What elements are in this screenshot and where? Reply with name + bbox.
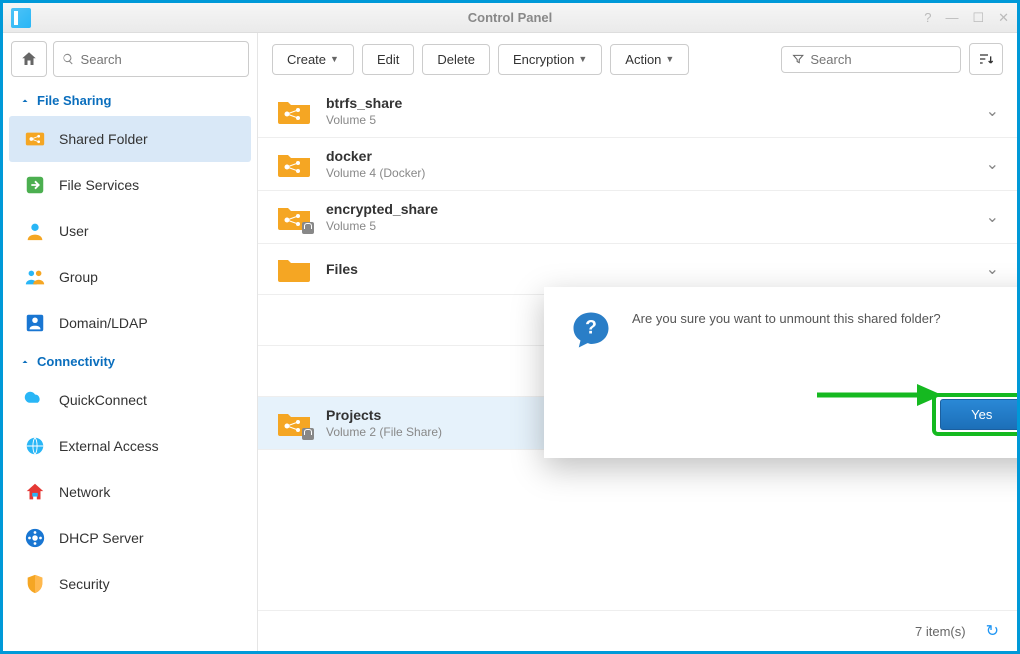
search-icon: [62, 52, 75, 66]
delete-button[interactable]: Delete: [422, 44, 490, 75]
sidebar-item-quickconnect[interactable]: QuickConnect: [9, 377, 251, 423]
section-connectivity[interactable]: Connectivity: [9, 346, 251, 377]
caret-down-icon: ▼: [665, 54, 674, 64]
main-search[interactable]: [781, 46, 961, 73]
folder-row[interactable]: encrypted_share Volume 5 ⌄: [258, 191, 1017, 244]
dhcp-server-icon: [23, 527, 47, 549]
sidebar-item-label: DHCP Server: [59, 530, 144, 546]
footer: 7 item(s) ↻: [258, 610, 1017, 651]
window-title: Control Panel: [468, 10, 553, 25]
yes-button[interactable]: Yes: [940, 399, 1017, 430]
folder-name: Files: [326, 261, 986, 277]
help-icon[interactable]: ?: [924, 10, 931, 26]
sidebar-item-label: External Access: [59, 438, 159, 454]
svg-text:?: ?: [585, 318, 597, 339]
home-icon: [20, 50, 38, 68]
window-controls: ? — ☐ ✕: [924, 10, 1009, 26]
chevron-down-icon[interactable]: ⌄: [986, 259, 999, 279]
folder-icon: [276, 408, 312, 438]
chevron-down-icon[interactable]: ⌄: [986, 154, 999, 174]
sidebar-item-file-services[interactable]: File Services: [9, 162, 251, 208]
sidebar-item-label: Shared Folder: [59, 131, 148, 147]
home-button[interactable]: [11, 41, 47, 77]
folder-name: docker: [326, 148, 986, 164]
confirm-dialog: ? Are you sure you want to unmount this …: [544, 287, 1017, 458]
sort-icon: [978, 51, 994, 67]
sidebar-item-label: Group: [59, 269, 98, 285]
folder-icon: [276, 149, 312, 179]
sidebar-item-shared-folder[interactable]: Shared Folder: [9, 116, 251, 162]
toolbar: Create▼ Edit Delete Encryption▼ Action▼: [258, 33, 1017, 85]
action-button[interactable]: Action▼: [610, 44, 689, 75]
app-icon: [11, 8, 31, 28]
sidebar-item-dhcp-server[interactable]: DHCP Server: [9, 515, 251, 561]
caret-down-icon: ▼: [330, 54, 339, 64]
close-icon[interactable]: ✕: [998, 10, 1009, 26]
titlebar: Control Panel ? — ☐ ✕: [3, 3, 1017, 33]
question-icon: ?: [570, 309, 612, 351]
folder-row[interactable]: docker Volume 4 (Docker) ⌄: [258, 138, 1017, 191]
lock-icon: [302, 428, 314, 440]
encryption-button[interactable]: Encryption▼: [498, 44, 602, 75]
refresh-button[interactable]: ↻: [986, 621, 999, 641]
sidebar-search[interactable]: [53, 41, 249, 77]
caret-down-icon: ▼: [578, 54, 587, 64]
folder-sub: Volume 4 (Docker): [326, 166, 986, 180]
folder-icon: [276, 96, 312, 126]
create-button[interactable]: Create▼: [272, 44, 354, 75]
user-icon: [23, 220, 47, 242]
main-panel: Create▼ Edit Delete Encryption▼ Action▼ …: [258, 33, 1017, 651]
security-icon: [23, 573, 47, 595]
control-panel-window: Control Panel ? — ☐ ✕ File Sharing: [0, 0, 1020, 654]
main-search-input[interactable]: [810, 52, 950, 67]
folder-icon: [276, 202, 312, 232]
maximize-icon[interactable]: ☐: [972, 10, 984, 26]
sidebar-item-domain-ldap[interactable]: Domain/LDAP: [9, 300, 251, 346]
sidebar-item-network[interactable]: Network: [9, 469, 251, 515]
file-services-icon: [23, 174, 47, 196]
chevron-up-icon: [19, 95, 31, 107]
domain-ldap-icon: [23, 312, 47, 334]
item-count: 7 item(s): [915, 624, 966, 639]
folder-name: encrypted_share: [326, 201, 986, 217]
dialog-message: Are you sure you want to unmount this sh…: [632, 309, 941, 351]
sidebar-item-label: File Services: [59, 177, 139, 193]
folder-sub: Volume 5: [326, 219, 986, 233]
chevron-up-icon: [19, 356, 31, 368]
external-access-icon: [23, 435, 47, 457]
folder-sub: Volume 5: [326, 113, 986, 127]
lock-icon: [302, 222, 314, 234]
sidebar-item-label: Network: [59, 484, 110, 500]
sort-button[interactable]: [969, 43, 1003, 75]
group-icon: [23, 266, 47, 288]
chevron-down-icon[interactable]: ⌄: [986, 101, 999, 121]
sidebar-item-user[interactable]: User: [9, 208, 251, 254]
sidebar-item-label: Domain/LDAP: [59, 315, 148, 331]
sidebar-item-label: QuickConnect: [59, 392, 147, 408]
yes-button-highlight: Yes: [932, 393, 1017, 436]
filter-icon: [792, 52, 804, 66]
folder-name: btrfs_share: [326, 95, 986, 111]
minimize-icon[interactable]: —: [945, 10, 958, 26]
edit-button[interactable]: Edit: [362, 44, 414, 75]
shared-folder-icon: [23, 128, 47, 150]
sidebar-item-label: User: [59, 223, 89, 239]
chevron-down-icon[interactable]: ⌄: [986, 207, 999, 227]
sidebar-item-external-access[interactable]: External Access: [9, 423, 251, 469]
sidebar: File Sharing Shared Folder File Services…: [3, 33, 258, 651]
folder-row[interactable]: btrfs_share Volume 5 ⌄: [258, 85, 1017, 138]
sidebar-item-security[interactable]: Security: [9, 561, 251, 607]
network-icon: [23, 481, 47, 503]
sidebar-item-group[interactable]: Group: [9, 254, 251, 300]
sidebar-item-label: Security: [59, 576, 110, 592]
sidebar-search-input[interactable]: [81, 52, 240, 67]
quickconnect-icon: [23, 389, 47, 411]
folder-icon: [276, 254, 312, 284]
section-file-sharing[interactable]: File Sharing: [9, 85, 251, 116]
